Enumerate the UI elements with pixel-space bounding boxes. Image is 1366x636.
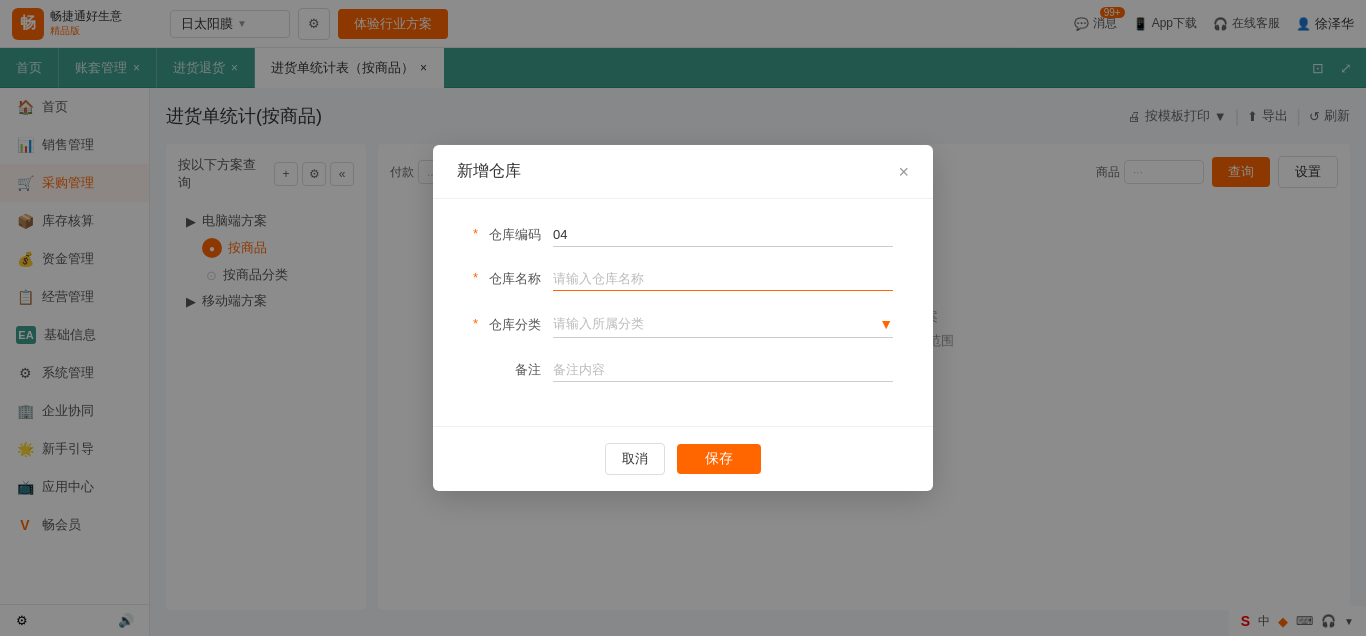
code-input[interactable] <box>553 223 893 247</box>
modal-header: 新增仓库 × <box>433 145 933 199</box>
modal-overlay: 新增仓库 × 仓库编码 仓库名称 仓库分类 请输入所属分类 ▼ <box>0 0 1366 636</box>
category-select[interactable]: 请输入所属分类 ▼ <box>553 311 893 338</box>
cancel-button[interactable]: 取消 <box>605 443 665 475</box>
remark-label: 备注 <box>473 361 553 379</box>
modal-close-button[interactable]: × <box>898 163 909 181</box>
form-row-category: 仓库分类 请输入所属分类 ▼ <box>473 311 893 338</box>
code-label: 仓库编码 <box>473 226 553 244</box>
category-dropdown-icon: ▼ <box>879 316 893 332</box>
new-warehouse-modal: 新增仓库 × 仓库编码 仓库名称 仓库分类 请输入所属分类 ▼ <box>433 145 933 491</box>
form-row-remark: 备注 <box>473 358 893 382</box>
name-input[interactable] <box>553 267 893 291</box>
category-placeholder: 请输入所属分类 <box>553 315 644 333</box>
modal-title: 新增仓库 <box>457 161 521 182</box>
form-row-code: 仓库编码 <box>473 223 893 247</box>
save-button[interactable]: 保存 <box>677 444 761 474</box>
name-label: 仓库名称 <box>473 270 553 288</box>
remark-input[interactable] <box>553 358 893 382</box>
modal-footer: 取消 保存 <box>433 426 933 491</box>
form-row-name: 仓库名称 <box>473 267 893 291</box>
category-label: 仓库分类 <box>473 316 553 334</box>
modal-body: 仓库编码 仓库名称 仓库分类 请输入所属分类 ▼ 备注 <box>433 199 933 426</box>
